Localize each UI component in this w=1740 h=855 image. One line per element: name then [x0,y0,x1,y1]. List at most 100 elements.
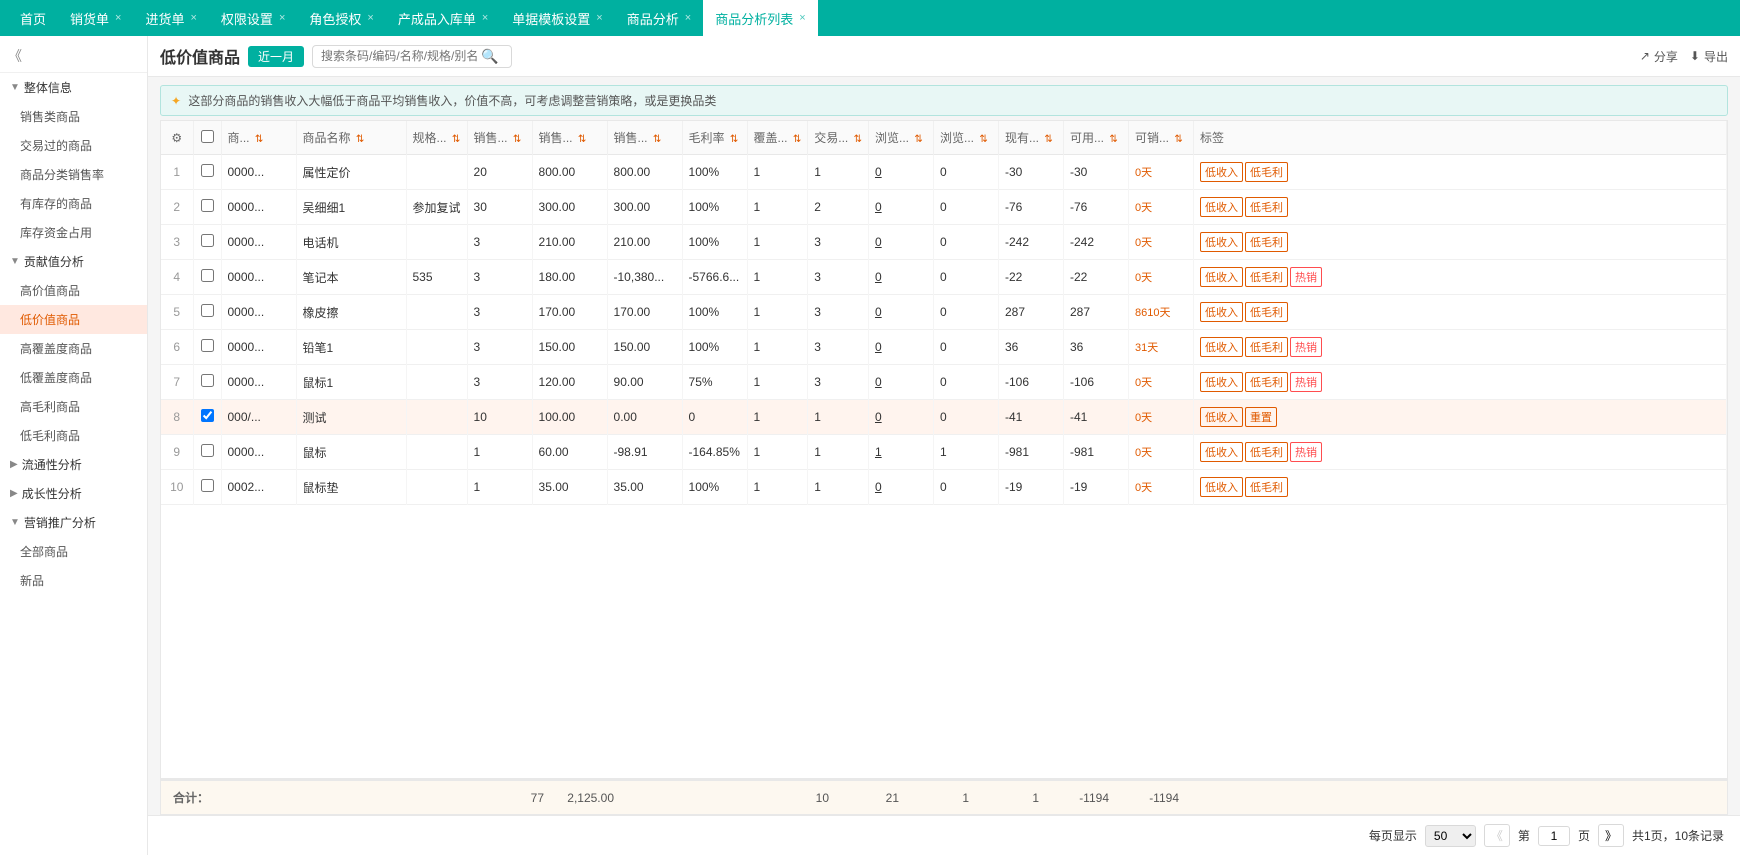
row-checkbox[interactable] [201,339,214,352]
row-checkbox[interactable] [201,374,214,387]
nav-permissions[interactable]: 权限设置 × [209,0,297,36]
next-page-btn[interactable]: 》 [1598,824,1624,847]
nav-product-analysis[interactable]: 商品分析 × [615,0,703,36]
browse1-value[interactable]: 0 [875,305,882,319]
row-checkbox[interactable] [201,409,214,422]
row-checkbox[interactable] [201,444,214,457]
browse1-value[interactable]: 0 [875,165,882,179]
sidebar-item-high-coverage[interactable]: 高覆盖度商品 [0,334,147,363]
sidebar-item-stock-funds[interactable]: 库存资金占用 [0,218,147,247]
sales-amt: 170.00 [532,295,607,330]
browse1-value[interactable]: 0 [875,235,882,249]
row-checkbox-cell [193,190,221,225]
row-checkbox[interactable] [201,199,214,212]
product-tag: 低毛利 [1245,477,1288,497]
product-tag: 低毛利 [1245,197,1288,217]
browse1-value[interactable]: 0 [875,200,882,214]
cover: 1 [747,435,808,470]
close-icon[interactable]: × [115,12,121,24]
close-icon[interactable]: × [190,12,196,24]
sidebar-item-new-products[interactable]: 新品 [0,566,147,595]
nav-product-entry[interactable]: 产成品入库单 × [386,0,500,36]
sidebar-group-marketing[interactable]: ▼ 营销推广分析 [0,508,147,537]
name-col-header: 商品名称 ⇅ [296,121,406,155]
sidebar-item-high-margin[interactable]: 高毛利商品 [0,392,147,421]
row-checkbox-cell [193,470,221,505]
row-checkbox[interactable] [201,234,214,247]
browse2: 1 [933,435,998,470]
nav-sales[interactable]: 销货单 × [58,0,133,36]
product-name[interactable]: 笔记本 [296,260,406,295]
product-name[interactable]: 鼠标 [296,435,406,470]
sidebar-item-sales-products[interactable]: 销售类商品 [0,102,147,131]
sidebar-item-traded-products[interactable]: 交易过的商品 [0,131,147,160]
row-checkbox[interactable] [201,269,214,282]
sidebar-item-high-value[interactable]: 高价值商品 [0,276,147,305]
sidebar-item-category-sales-rate[interactable]: 商品分类销售率 [0,160,147,189]
available-stock: -981 [1063,435,1128,470]
browse2: 0 [933,330,998,365]
nav-roles[interactable]: 角色授权 × [297,0,385,36]
sidebar-group-liquidity[interactable]: ▶ 流通性分析 [0,450,147,479]
nav-home[interactable]: 首页 [8,0,58,36]
filter-recent-month-btn[interactable]: 近一月 [248,46,304,67]
nav-template-settings[interactable]: 单据模板设置 × [500,0,614,36]
sidebar-item-low-margin[interactable]: 低毛利商品 [0,421,147,450]
nav-purchase[interactable]: 进货单 × [133,0,208,36]
product-name[interactable]: 电话机 [296,225,406,260]
gear-icon[interactable]: ⚙ [171,131,182,145]
product-name[interactable]: 鼠标垫 [296,470,406,505]
close-icon[interactable]: × [596,12,602,24]
browse1-value[interactable]: 0 [875,410,882,424]
footer-sales-amt: 2,125.00 [550,791,620,805]
browse1: 0 [868,190,933,225]
select-all-checkbox[interactable] [201,130,214,143]
browse1-value[interactable]: 0 [875,340,882,354]
product-name[interactable]: 属性定价 [296,155,406,190]
product-name[interactable]: 吴细细1 [296,190,406,225]
total-records-label: 共1页，10条记录 [1632,827,1724,844]
product-tag: 低收入 [1200,232,1243,252]
sidebar-item-low-value[interactable]: 低价值商品 [0,305,147,334]
row-num: 2 [161,190,193,225]
search-icon[interactable]: 🔍 [481,48,498,65]
product-name[interactable]: 橡皮擦 [296,295,406,330]
sidebar-group-growth[interactable]: ▶ 成长性分析 [0,479,147,508]
browse1-value[interactable]: 0 [875,375,882,389]
row-checkbox[interactable] [201,304,214,317]
sidebar-item-stock-products[interactable]: 有库存的商品 [0,189,147,218]
row-num: 6 [161,330,193,365]
close-icon[interactable]: × [685,12,691,24]
product-name[interactable]: 铅笔1 [296,330,406,365]
prev-page-btn[interactable]: 《 [1484,824,1510,847]
nav-product-analysis-list[interactable]: 商品分析列表 × [703,0,817,36]
trade: 1 [808,155,869,190]
product-name[interactable]: 测试 [296,400,406,435]
product-tag: 低毛利 [1245,232,1288,252]
row-checkbox[interactable] [201,164,214,177]
browse2: 0 [933,190,998,225]
close-icon[interactable]: × [367,12,373,24]
gross-rate: 100% [682,470,747,505]
sidebar-item-low-coverage[interactable]: 低覆盖度商品 [0,363,147,392]
row-checkbox[interactable] [201,479,214,492]
footer-sales-qty: 77 [480,791,550,805]
share-btn[interactable]: ↗ 分享 [1640,48,1678,65]
sidebar-group-overall[interactable]: ▼ 整体信息 [0,73,147,102]
close-icon[interactable]: × [482,12,488,24]
close-icon[interactable]: × [279,12,285,24]
browse1-value[interactable]: 0 [875,270,882,284]
browse1-value[interactable]: 1 [875,445,882,459]
browse1-value[interactable]: 0 [875,480,882,494]
product-name[interactable]: 鼠标1 [296,365,406,400]
sidebar-item-all-products[interactable]: 全部商品 [0,537,147,566]
page-input[interactable] [1538,826,1570,846]
sidebar-group-contribution[interactable]: ▼ 贡献值分析 [0,247,147,276]
export-btn[interactable]: ⬇ 导出 [1690,48,1728,65]
row-num: 4 [161,260,193,295]
close-icon[interactable]: × [799,12,805,24]
sidebar-collapse-btn[interactable]: 《 [8,46,22,66]
per-page-select[interactable]: 50 100 200 [1425,825,1476,847]
search-input[interactable] [321,49,481,63]
sidebar-group-liquidity-label: 流通性分析 [22,456,82,473]
